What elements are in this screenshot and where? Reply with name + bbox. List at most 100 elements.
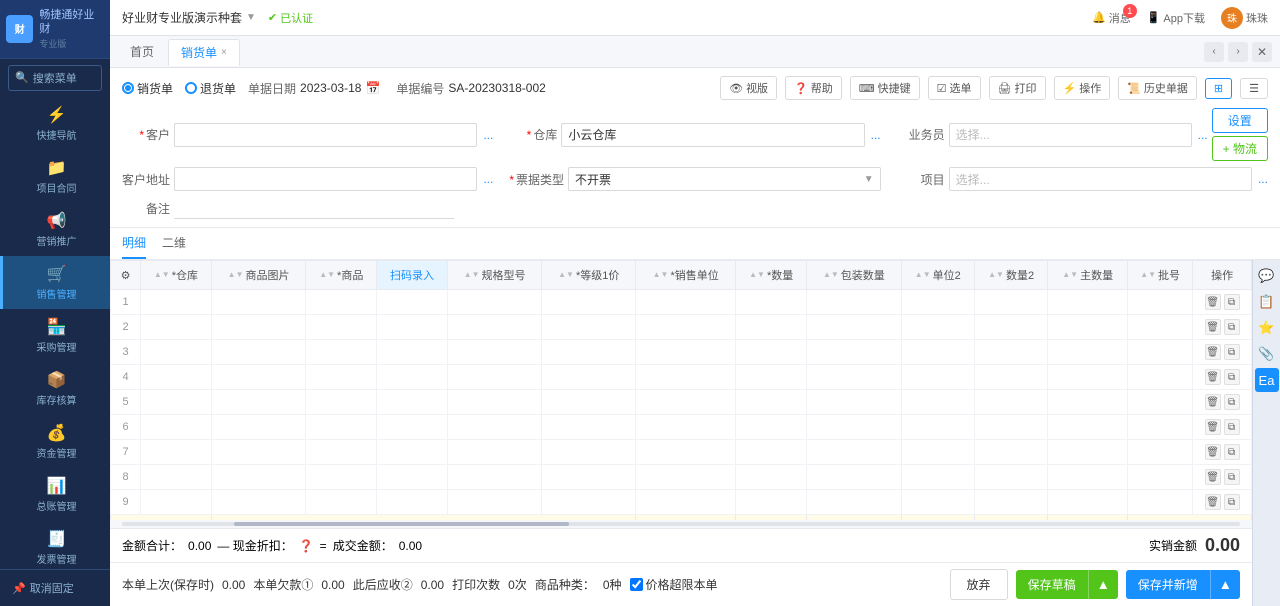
cell-warehouse[interactable]: [141, 315, 212, 340]
cell-batch[interactable]: [1128, 440, 1193, 465]
customer-dots[interactable]: ...: [483, 128, 493, 142]
cell-spec[interactable]: [447, 390, 541, 415]
cell-qty2[interactable]: [974, 415, 1047, 440]
cell-warehouse[interactable]: [141, 390, 212, 415]
cell-unit[interactable]: [636, 390, 736, 415]
tab-home[interactable]: 首页: [118, 39, 166, 64]
cell-image[interactable]: [211, 390, 305, 415]
cell-qty2[interactable]: [974, 465, 1047, 490]
sidebar-item-quicknav[interactable]: ⚡ 快捷导航: [0, 97, 110, 150]
scroll-thumb[interactable]: [234, 522, 569, 526]
cell-scan[interactable]: [377, 440, 448, 465]
save-new-dropdown[interactable]: ▲: [1210, 570, 1240, 599]
right-panel-messages[interactable]: 💬: [1255, 264, 1279, 288]
row-copy-icon[interactable]: ⧉: [1224, 469, 1240, 485]
row-delete-icon[interactable]: 🗑: [1205, 494, 1221, 510]
sidebar-item-accounts[interactable]: 📊 总账管理: [0, 468, 110, 521]
cell-qty[interactable]: [736, 490, 807, 515]
sidebar-item-marketing[interactable]: 📢 营销推广: [0, 203, 110, 256]
cell-qty[interactable]: [736, 440, 807, 465]
cell-scan[interactable]: [377, 290, 448, 315]
cell-unit2[interactable]: [901, 315, 974, 340]
row-copy-icon[interactable]: ⧉: [1224, 294, 1240, 310]
cell-batch[interactable]: [1128, 390, 1193, 415]
cell-image[interactable]: [211, 440, 305, 465]
user-menu[interactable]: 珠 珠珠: [1221, 7, 1268, 29]
invoice-select[interactable]: 不开票 ▼: [568, 167, 881, 191]
right-panel-clipboard[interactable]: 📋: [1255, 290, 1279, 314]
cell-product[interactable]: [306, 415, 377, 440]
cell-price1[interactable]: [542, 365, 636, 390]
cell-unit2[interactable]: [901, 390, 974, 415]
sidebar-item-cancel-fixed[interactable]: 📌 取消固定: [8, 576, 102, 600]
cell-batch[interactable]: [1128, 315, 1193, 340]
save-draft-dropdown[interactable]: ▲: [1088, 570, 1118, 599]
messages-button[interactable]: 🔔 消息 1: [1092, 10, 1131, 26]
cell-image[interactable]: [211, 465, 305, 490]
cell-image[interactable]: [211, 340, 305, 365]
cell-price1[interactable]: [542, 465, 636, 490]
cell-main-qty[interactable]: [1048, 315, 1128, 340]
history-button[interactable]: 📜 历史单据: [1118, 76, 1197, 100]
cell-image[interactable]: [211, 415, 305, 440]
cell-price1[interactable]: [542, 490, 636, 515]
note-input[interactable]: [174, 197, 454, 219]
cell-main-qty[interactable]: [1048, 465, 1128, 490]
sidebar-item-invoice[interactable]: 🧾 发票管理: [0, 521, 110, 569]
cell-qty2[interactable]: [974, 315, 1047, 340]
cell-scan[interactable]: [377, 340, 448, 365]
cell-unit2[interactable]: [901, 490, 974, 515]
cell-batch[interactable]: [1128, 340, 1193, 365]
warehouse-dots[interactable]: ...: [871, 128, 881, 142]
cell-main-qty[interactable]: [1048, 440, 1128, 465]
customer-input[interactable]: [174, 123, 477, 147]
cell-pkg-qty[interactable]: [807, 465, 901, 490]
cell-batch[interactable]: [1128, 365, 1193, 390]
cell-main-qty[interactable]: [1048, 390, 1128, 415]
row-delete-icon[interactable]: 🗑: [1205, 419, 1221, 435]
cell-scan[interactable]: [377, 315, 448, 340]
add-logistics-button[interactable]: + 物流: [1212, 136, 1268, 161]
cell-product[interactable]: [306, 340, 377, 365]
cell-unit2[interactable]: [901, 365, 974, 390]
select-button[interactable]: ☑ 选单: [928, 76, 981, 100]
row-copy-icon[interactable]: ⧉: [1224, 319, 1240, 335]
staff-input[interactable]: 选择...: [949, 123, 1192, 147]
help-button[interactable]: ❓ 帮助: [785, 76, 842, 100]
cell-qty2[interactable]: [974, 290, 1047, 315]
cell-qty[interactable]: [736, 465, 807, 490]
set-button[interactable]: 设置: [1212, 108, 1268, 133]
app-download-button[interactable]: 📱 App下载: [1147, 10, 1205, 26]
cell-unit2[interactable]: [901, 440, 974, 465]
radio-sale[interactable]: 销货单: [122, 80, 173, 97]
cell-product[interactable]: [306, 440, 377, 465]
search-button[interactable]: 🔍 搜索菜单: [8, 65, 102, 91]
row-copy-icon[interactable]: ⧉: [1224, 444, 1240, 460]
cell-unit2[interactable]: [901, 340, 974, 365]
cell-unit[interactable]: [636, 315, 736, 340]
cell-spec[interactable]: [447, 465, 541, 490]
cell-main-qty[interactable]: [1048, 340, 1128, 365]
row-delete-icon[interactable]: 🗑: [1205, 469, 1221, 485]
tab-active[interactable]: 销货单 ×: [168, 39, 240, 66]
tab-detail[interactable]: 明细: [122, 228, 146, 259]
cell-qty[interactable]: [736, 315, 807, 340]
cell-qty[interactable]: [736, 390, 807, 415]
tab-2d[interactable]: 二维: [162, 228, 186, 259]
cell-warehouse[interactable]: [141, 290, 212, 315]
cell-pkg-qty[interactable]: [807, 365, 901, 390]
radio-return[interactable]: 退货单: [185, 80, 236, 97]
sidebar-item-sales[interactable]: 🛒 销售管理: [0, 256, 110, 309]
tab-close-all-button[interactable]: ✕: [1252, 42, 1272, 62]
abandon-button[interactable]: 放弃: [950, 569, 1008, 600]
cell-product[interactable]: [306, 490, 377, 515]
cell-unit[interactable]: [636, 490, 736, 515]
tab-close-button[interactable]: ×: [221, 47, 227, 58]
cell-pkg-qty[interactable]: [807, 315, 901, 340]
row-copy-icon[interactable]: ⧉: [1224, 494, 1240, 510]
cell-spec[interactable]: [447, 290, 541, 315]
cell-warehouse[interactable]: [141, 415, 212, 440]
right-panel-star[interactable]: ⭐: [1255, 316, 1279, 340]
cell-main-qty[interactable]: [1048, 490, 1128, 515]
cell-spec[interactable]: [447, 490, 541, 515]
